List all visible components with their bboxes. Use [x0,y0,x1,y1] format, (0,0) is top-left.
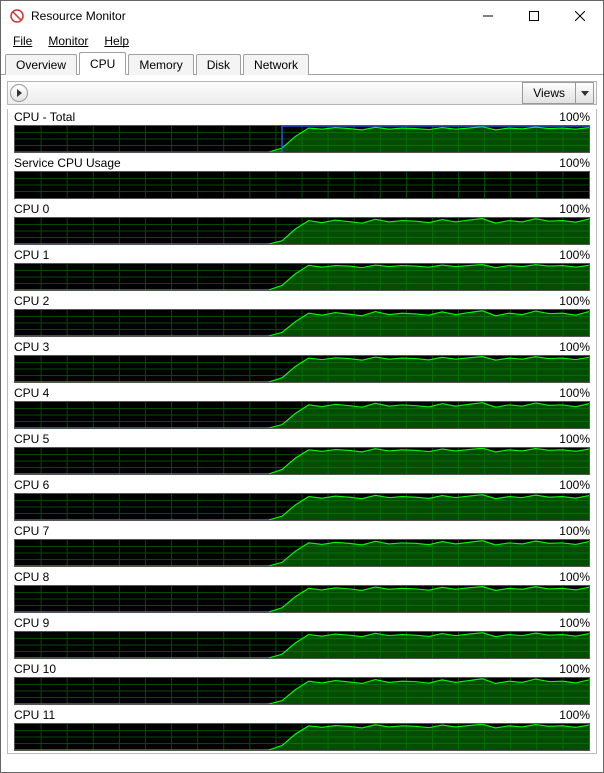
chart-row: Service CPU Usage100% [8,155,596,201]
tab-disk[interactable]: Disk [196,54,241,75]
tab-overview[interactable]: Overview [5,54,77,75]
tab-cpu[interactable]: CPU [79,52,126,75]
chart-header: CPU 10100% [8,661,596,677]
chart-header: CPU 4100% [8,385,596,401]
window-frame: Resource Monitor File Monitor Help Overv… [0,0,604,773]
chart-name: Service CPU Usage [14,156,559,170]
chart-header: CPU 8100% [8,569,596,585]
chart-scale: 100% [559,294,590,308]
chart-scale: 100% [559,662,590,676]
chart-name: CPU 8 [14,570,559,584]
expand-button[interactable] [10,84,28,102]
chart-name: CPU 4 [14,386,559,400]
chart-graph [14,631,590,659]
chart-graph [14,401,590,429]
chart-name: CPU 10 [14,662,559,676]
chart-scale: 100% [559,570,590,584]
tab-memory[interactable]: Memory [128,54,193,75]
chart-row: CPU 8100% [8,569,596,615]
chart-row: CPU 5100% [8,431,596,477]
tab-network[interactable]: Network [243,54,309,75]
chart-scale: 100% [559,156,590,170]
chart-row: CPU 3100% [8,339,596,385]
menu-file[interactable]: File [5,33,40,49]
chart-row: CPU 10100% [8,661,596,707]
chart-header: CPU 5100% [8,431,596,447]
menubar: File Monitor Help [1,31,603,51]
chart-header: CPU 11100% [8,707,596,723]
chart-header: CPU 0100% [8,201,596,217]
views-chevron-icon[interactable] [576,82,594,104]
chart-row: CPU 11100% [8,707,596,753]
chart-graph [14,723,590,751]
chart-scale: 100% [559,110,590,124]
views-dropdown[interactable]: Views [522,82,594,104]
chart-scale: 100% [559,524,590,538]
chart-header: Service CPU Usage100% [8,155,596,171]
chart-row: CPU 7100% [8,523,596,569]
chart-row: CPU 1100% [8,247,596,293]
chart-header: CPU 1100% [8,247,596,263]
maximize-button[interactable] [511,1,557,31]
chart-name: CPU 6 [14,478,559,492]
chart-name: CPU 0 [14,202,559,216]
tab-strip: Overview CPU Memory Disk Network [1,51,603,75]
app-icon [9,8,25,24]
chart-graph [14,493,590,521]
chart-row: CPU 9100% [8,615,596,661]
chart-graph [14,447,590,475]
chart-graph [14,217,590,245]
chart-row: CPU 2100% [8,293,596,339]
chart-name: CPU 5 [14,432,559,446]
chart-name: CPU 3 [14,340,559,354]
charts-panel: CPU - Total100%Service CPU Usage100%CPU … [7,109,597,754]
chart-name: CPU 7 [14,524,559,538]
chart-header: CPU 7100% [8,523,596,539]
chart-graph [14,309,590,337]
chart-row: CPU 4100% [8,385,596,431]
chart-graph [14,171,590,199]
chart-scale: 100% [559,478,590,492]
chart-row: CPU 0100% [8,201,596,247]
chart-scale: 100% [559,340,590,354]
chart-header: CPU 6100% [8,477,596,493]
chart-header: CPU 9100% [8,615,596,631]
chart-graph [14,539,590,567]
minimize-button[interactable] [465,1,511,31]
chart-row: CPU - Total100% [8,109,596,155]
chart-scale: 100% [559,432,590,446]
menu-help[interactable]: Help [96,33,137,49]
chart-scale: 100% [559,248,590,262]
chart-scale: 100% [559,202,590,216]
titlebar[interactable]: Resource Monitor [1,1,603,31]
chart-name: CPU 9 [14,616,559,630]
close-button[interactable] [557,1,603,31]
chart-name: CPU - Total [14,110,559,124]
chart-name: CPU 11 [14,708,559,722]
chart-name: CPU 2 [14,294,559,308]
chart-header: CPU 3100% [8,339,596,355]
chart-graph [14,585,590,613]
chart-graph [14,355,590,383]
chart-scale: 100% [559,616,590,630]
chart-name: CPU 1 [14,248,559,262]
chart-graph [14,125,590,153]
chart-row: CPU 6100% [8,477,596,523]
chart-graph [14,263,590,291]
chart-header: CPU - Total100% [8,109,596,125]
menu-monitor[interactable]: Monitor [40,33,96,49]
section-toolbar: Views [7,81,597,105]
views-label[interactable]: Views [522,82,576,104]
chart-scale: 100% [559,708,590,722]
chart-header: CPU 2100% [8,293,596,309]
chart-graph [14,677,590,705]
window-title: Resource Monitor [31,9,126,23]
chart-scale: 100% [559,386,590,400]
